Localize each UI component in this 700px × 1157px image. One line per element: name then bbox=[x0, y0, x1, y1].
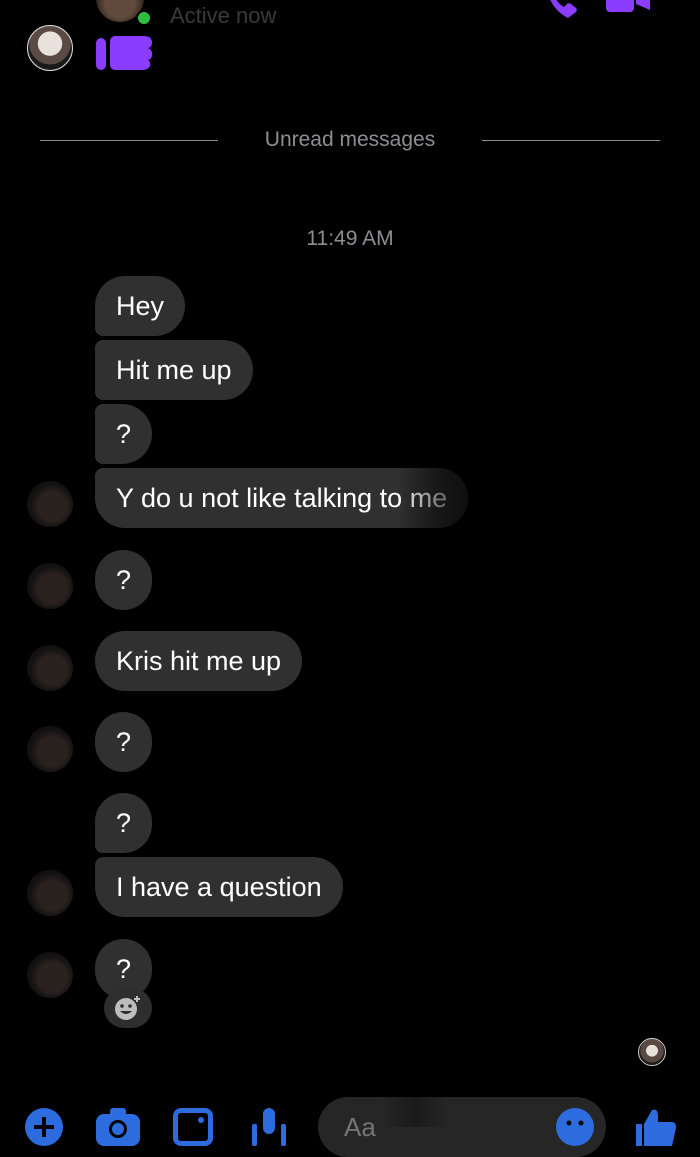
divider-line-right bbox=[482, 140, 660, 141]
online-indicator bbox=[136, 10, 152, 26]
message-timestamp: 11:49 AM bbox=[306, 227, 394, 250]
message-bubble[interactable]: ? bbox=[95, 712, 153, 772]
sender-avatar[interactable] bbox=[27, 870, 73, 916]
thumbs-up-icon[interactable] bbox=[636, 1108, 676, 1146]
add-reaction-icon bbox=[115, 996, 140, 1020]
message-bubble[interactable]: ? bbox=[95, 793, 153, 853]
message-bubble[interactable]: ? bbox=[95, 404, 153, 464]
message-bubble[interactable]: Hey bbox=[95, 276, 186, 336]
camera-icon[interactable] bbox=[96, 1108, 140, 1146]
message-bubble[interactable]: Y do u not like talking to me bbox=[95, 468, 469, 528]
phone-icon[interactable] bbox=[546, 0, 580, 20]
video-camera-icon[interactable] bbox=[606, 0, 650, 14]
conversation-header: Active now bbox=[0, 0, 700, 30]
typing-indicator-icon bbox=[96, 36, 153, 70]
message-bubble[interactable]: Hit me up bbox=[95, 340, 253, 400]
seen-by-avatar bbox=[638, 1038, 666, 1066]
active-status: Active now bbox=[170, 3, 277, 28]
sender-avatar[interactable] bbox=[27, 952, 73, 998]
emoji-icon[interactable] bbox=[556, 1108, 594, 1146]
message-bubble[interactable]: I have a question bbox=[95, 857, 343, 917]
message-bubble[interactable]: Kris hit me up bbox=[95, 631, 303, 691]
sender-avatar[interactable] bbox=[27, 481, 73, 527]
image-icon[interactable] bbox=[173, 1108, 213, 1146]
sender-avatar[interactable] bbox=[27, 563, 73, 609]
sender-avatar[interactable] bbox=[27, 726, 73, 772]
typing-user-avatar bbox=[27, 25, 73, 71]
message-bubble[interactable]: ? bbox=[95, 550, 153, 610]
add-reaction-button[interactable] bbox=[104, 988, 152, 1028]
input-glare bbox=[380, 1097, 450, 1127]
sender-avatar[interactable] bbox=[27, 645, 73, 691]
microphone-icon[interactable] bbox=[252, 1108, 286, 1146]
plus-icon[interactable] bbox=[25, 1108, 63, 1146]
